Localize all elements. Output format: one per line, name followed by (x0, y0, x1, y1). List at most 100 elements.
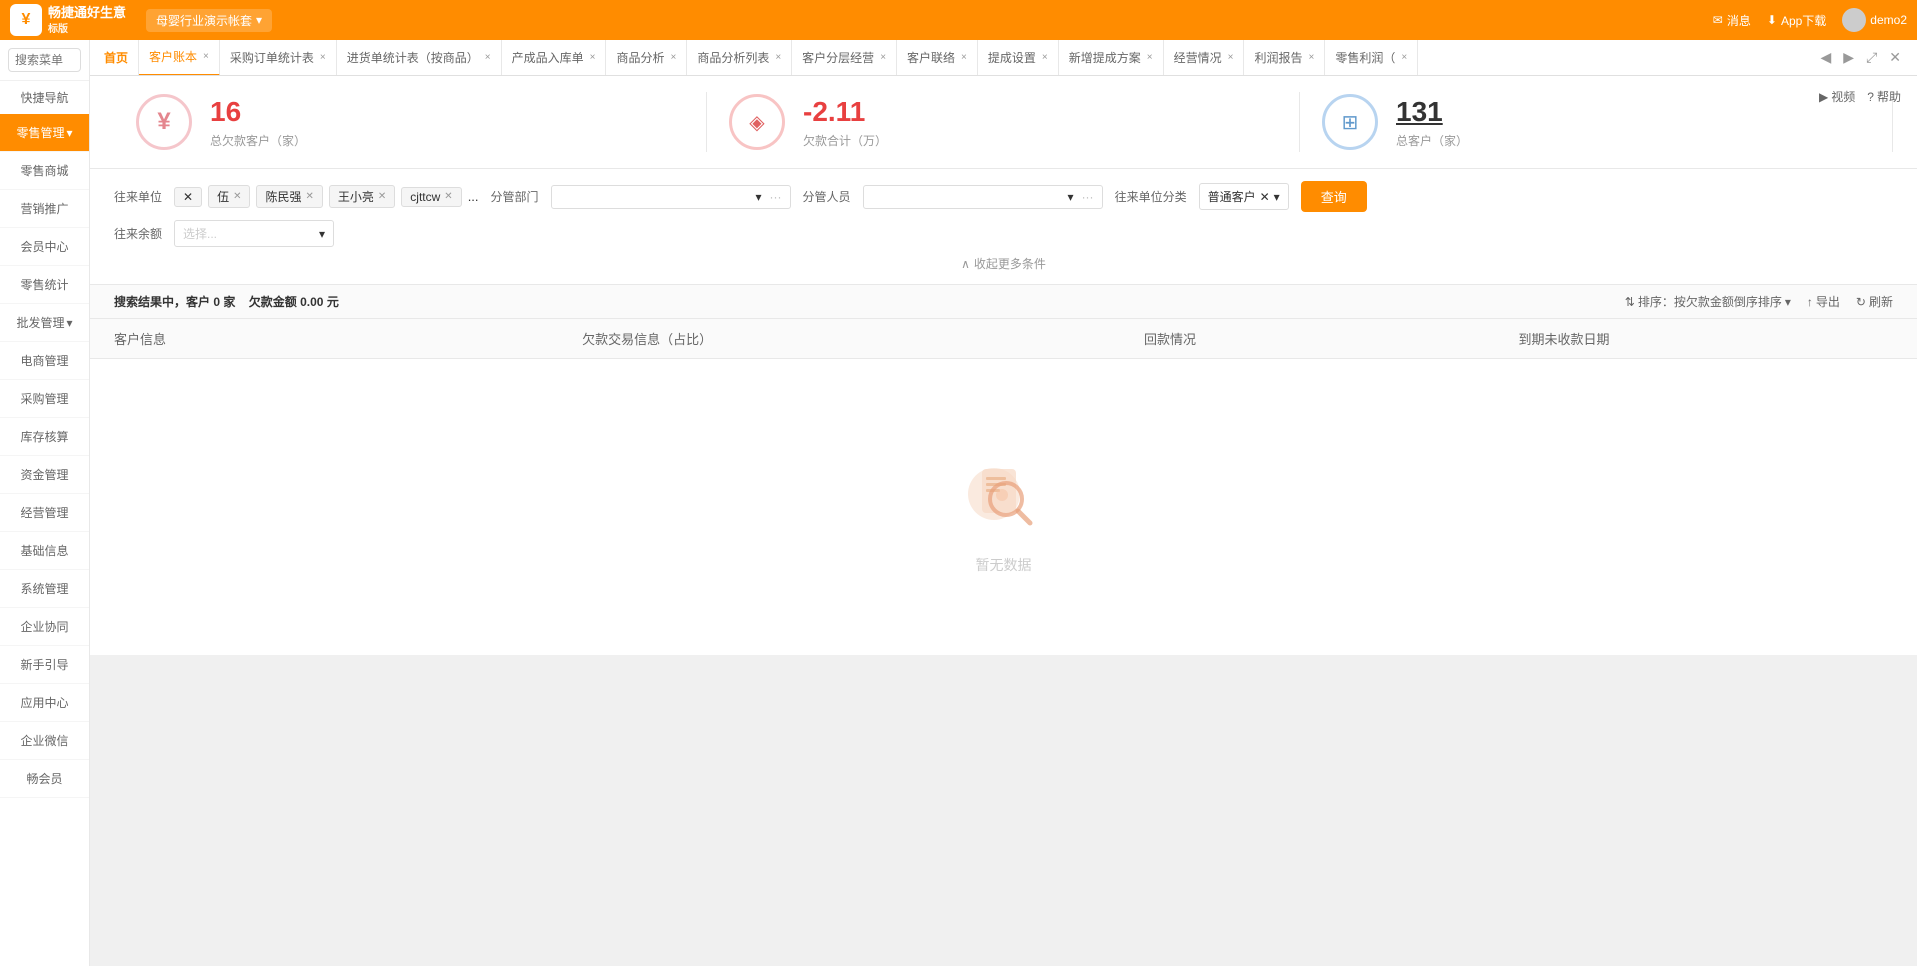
query-button[interactable]: 查询 (1301, 181, 1367, 212)
sidebar-item-inventory[interactable]: 库存核算 (0, 418, 89, 456)
app-download-btn[interactable]: ⬇ App下载 (1767, 12, 1826, 29)
sidebar-item-member-center[interactable]: 会员中心 (0, 228, 89, 266)
tab-close-reminder-settings[interactable]: × (1042, 52, 1048, 63)
account-selector[interactable]: 母婴行业演示帐套 ▾ (146, 9, 272, 32)
collapse-filter-btn[interactable]: ∧ 收起更多条件 (114, 255, 1893, 272)
tab-close-goods-analysis-list[interactable]: × (775, 52, 781, 63)
tab-close-profit-report[interactable]: × (1308, 52, 1314, 63)
chevron-up-icon: ∧ (961, 257, 970, 271)
search-input[interactable] (8, 48, 81, 72)
export-icon: ↑ (1807, 295, 1813, 309)
stats-area: ¥ 16 总欠款客户（家） ◈ (90, 76, 1917, 169)
tab-purchase-order[interactable]: 采购订单统计表× (220, 40, 337, 76)
tab-close-product-stock[interactable]: × (590, 52, 596, 63)
app-title: 畅捷通好生意 (48, 5, 126, 21)
sidebar-item-basic-info[interactable]: 基础信息 (0, 532, 89, 570)
filter-tag-3[interactable]: cjttcw ✕ (401, 187, 461, 207)
filter-tag-0-close[interactable]: ✕ (233, 191, 241, 202)
tab-label-home: 首页 (104, 49, 128, 66)
tab-close-stock-stats[interactable]: × (485, 52, 491, 63)
export-btn[interactable]: ↑ 导出 (1807, 293, 1840, 310)
tab-customer-tier[interactable]: 客户分层经营× (792, 40, 897, 76)
help-btn[interactable]: ? 帮助 (1867, 88, 1901, 105)
sidebar-item-wholesale-mgmt[interactable]: 批发管理▾ (0, 304, 89, 342)
filter-category-label: 往来单位分类 (1115, 188, 1187, 205)
sidebar-item-app-center[interactable]: 应用中心 (0, 684, 89, 722)
tab-accounts[interactable]: 客户账本× (139, 40, 220, 76)
tab-scroll-right[interactable]: ▶ (1839, 47, 1858, 68)
filter-tag-1-close[interactable]: ✕ (306, 191, 314, 202)
sidebar-item-quick-nav[interactable]: 快捷导航 (0, 81, 89, 114)
table-header: 客户信息 欠款交易信息（占比） 回款情况 到期未收款日期 (90, 319, 1917, 359)
sidebar-item-retail-mgmt[interactable]: 零售管理▾ (0, 114, 89, 152)
tab-label-new-plan: 新增提成方案 (1069, 49, 1141, 66)
filter-tags-more[interactable]: ... (468, 189, 479, 204)
logo-icon: ¥ (10, 4, 42, 36)
tab-reminder-settings[interactable]: 提成设置× (978, 40, 1059, 76)
message-btn[interactable]: ✉ 消息 (1713, 12, 1751, 29)
chevron-down-icon: ▾ (66, 126, 72, 140)
tab-label-goods-analysis: 商品分析 (616, 49, 664, 66)
user-menu[interactable]: demo2 (1842, 8, 1907, 32)
tab-profit-report[interactable]: 利润报告× (1244, 40, 1325, 76)
tab-customer-contact[interactable]: 客户联络× (897, 40, 978, 76)
chevron-down-icon: ▾ (66, 316, 72, 330)
refresh-btn[interactable]: ↻ 刷新 (1856, 293, 1893, 310)
tab-close-business-status[interactable]: × (1228, 52, 1234, 63)
refresh-icon: ↻ (1856, 295, 1866, 309)
tab-close-customer-tier[interactable]: × (880, 52, 886, 63)
tab-stock-stats[interactable]: 进货单统计表（按商品）× (337, 40, 502, 76)
sidebar-item-retail-stats[interactable]: 零售统计 (0, 266, 89, 304)
sidebar-item-marketing[interactable]: 营销推广 (0, 190, 89, 228)
filter-tag-0[interactable]: 伍 ✕ (208, 185, 250, 208)
filter-category-value[interactable]: 普通客户 ✕ ▾ (1199, 183, 1289, 210)
sidebar-item-ops-mgmt[interactable]: 经营管理 (0, 494, 89, 532)
tab-close-all[interactable]: ✕ (1885, 47, 1905, 68)
tab-close-retail-profit[interactable]: × (1401, 52, 1407, 63)
filter-dept-select[interactable]: ▾ ··· (551, 185, 791, 209)
tab-retail-profit[interactable]: 零售利润（× (1325, 40, 1418, 76)
sidebar-item-sys-mgmt[interactable]: 系统管理 (0, 570, 89, 608)
tab-product-stock[interactable]: 产成品入库单 × (502, 40, 607, 76)
filter-person-select[interactable]: ▾ ··· (863, 185, 1103, 209)
empty-icon (954, 439, 1054, 539)
sidebar-item-corp-collab[interactable]: 企业协同 (0, 608, 89, 646)
filter-tag-1[interactable]: 陈民强 ✕ (256, 185, 322, 208)
tab-label-product-stock: 产成品入库单 (512, 49, 584, 66)
sidebar-item-purchase-mgmt[interactable]: 采购管理 (0, 380, 89, 418)
filter-tags: ✕ 伍 ✕ 陈民强 ✕ 王小亮 (174, 185, 479, 208)
sidebar-item-finance[interactable]: 资金管理 (0, 456, 89, 494)
video-btn[interactable]: ▶ 视频 (1819, 88, 1855, 105)
tab-close-customer-contact[interactable]: × (961, 52, 967, 63)
tab-fullscreen[interactable]: ⤢ (1862, 47, 1881, 68)
filter-balance-select[interactable]: 选择... ▾ (174, 220, 334, 247)
tab-close-accounts[interactable]: × (203, 51, 209, 62)
col-header-repayment: 回款情况 (1144, 329, 1519, 348)
tab-home[interactable]: 首页 (94, 40, 139, 76)
chevron-down-icon2: ▾ (1068, 190, 1074, 204)
tab-close-purchase-order[interactable]: × (320, 52, 326, 63)
sidebar-item-corp-wechat[interactable]: 企业微信 (0, 722, 89, 760)
chevron-down-icon3: ▾ (1274, 190, 1280, 204)
filter-tag-3-close[interactable]: ✕ (444, 191, 452, 202)
help-icon: ? (1867, 90, 1874, 104)
sidebar-item-new-guide[interactable]: 新手引导 (0, 646, 89, 684)
filter-tag-2-close[interactable]: ✕ (378, 191, 386, 202)
filter-tag-all[interactable]: ✕ (174, 187, 202, 207)
sort-select[interactable]: ⇅ 排序：按欠款金额倒序排序 ▾ (1625, 293, 1791, 310)
tab-close-new-plan[interactable]: × (1147, 52, 1153, 63)
tab-label-goods-analysis-list: 商品分析列表 (697, 49, 769, 66)
results-bar: 搜索结果中，客户 0 家 欠款金额 0.00 元 ⇅ 排序：按欠款金额倒序排序 … (90, 285, 1917, 319)
tab-scroll-left[interactable]: ◀ (1817, 47, 1836, 68)
tab-bar: 首页客户账本×采购订单统计表×进货单统计表（按商品）×产成品入库单×商品分析×商… (90, 40, 1917, 76)
filter-tag-2[interactable]: 王小亮 ✕ (329, 185, 395, 208)
tab-goods-analysis[interactable]: 商品分析 × (606, 40, 687, 76)
sidebar-item-retail-mall[interactable]: 零售商城 (0, 152, 89, 190)
sidebar-item-ecommerce[interactable]: 电商管理 (0, 342, 89, 380)
tab-goods-analysis-list[interactable]: 商品分析列表 × (687, 40, 792, 76)
tab-new-plan[interactable]: 新增提成方案 × (1059, 40, 1164, 76)
sidebar-item-vip-member[interactable]: 畅会员 (0, 760, 89, 798)
filter-category-close[interactable]: ✕ (1260, 190, 1270, 204)
tab-business-status[interactable]: 经营情况× (1164, 40, 1245, 76)
tab-close-goods-analysis[interactable]: × (670, 52, 676, 63)
